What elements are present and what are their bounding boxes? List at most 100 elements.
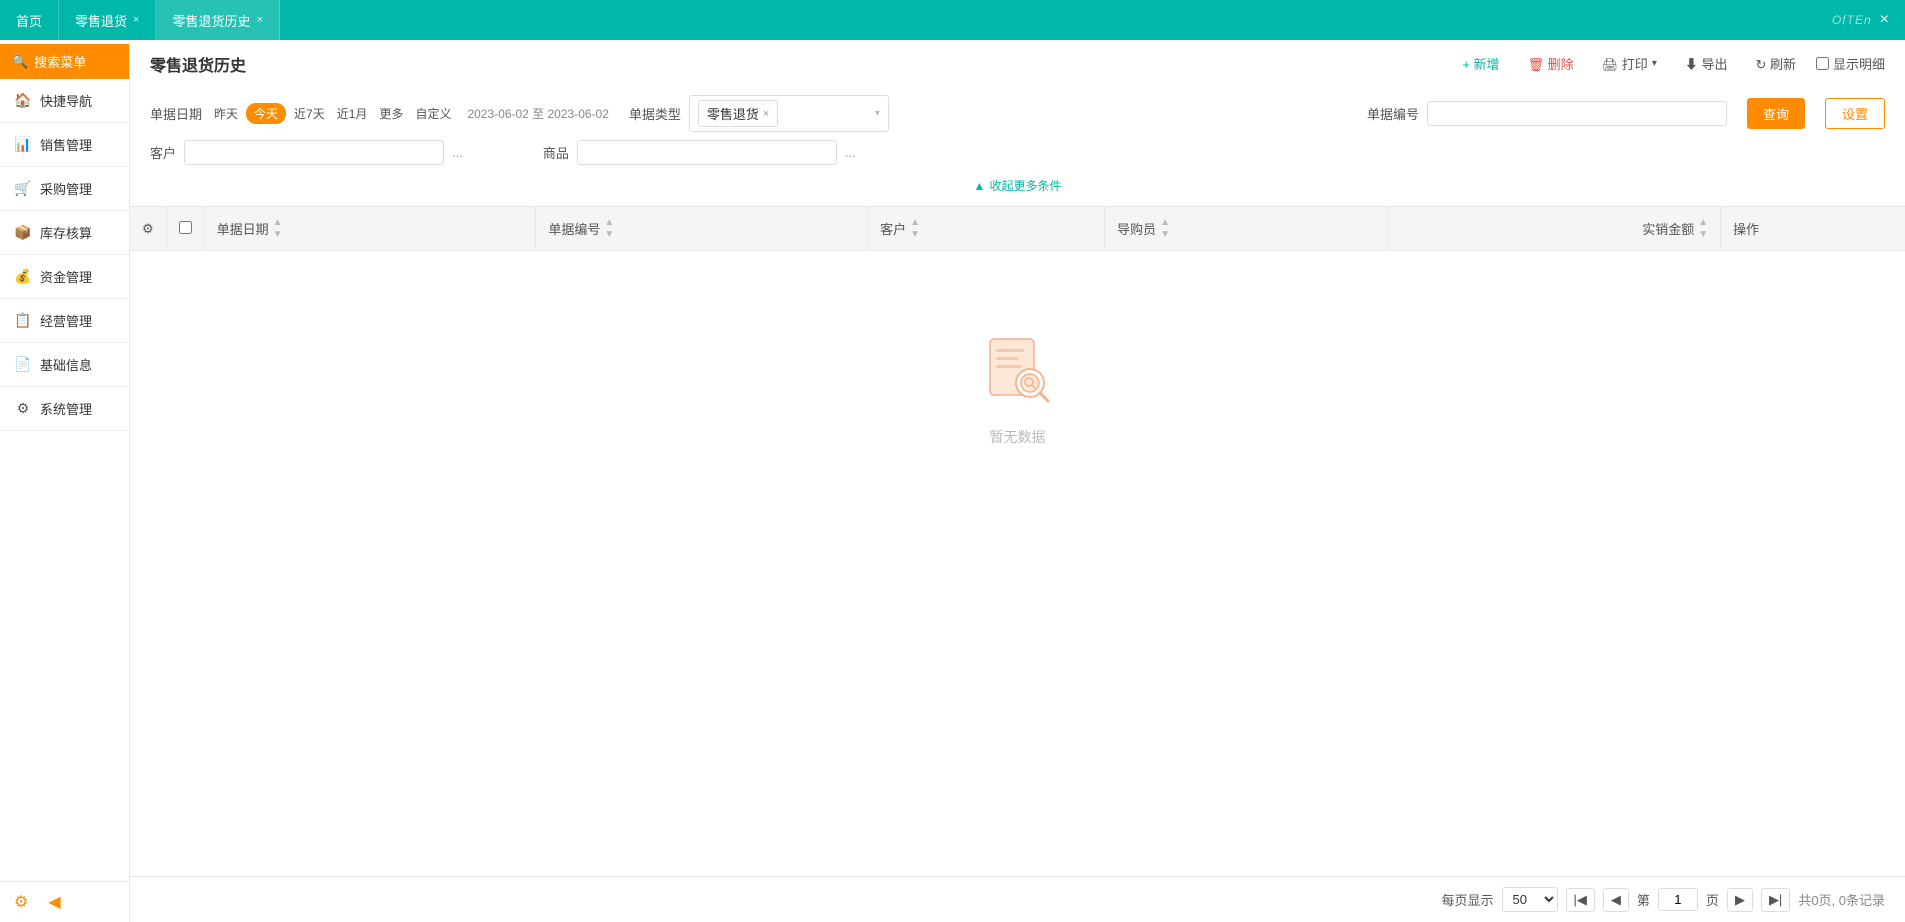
- customer-input[interactable]: [184, 140, 444, 165]
- sidebar-item-inventory-label: 库存核算: [40, 223, 92, 242]
- delete-button[interactable]: 🗑 删除: [1520, 50, 1582, 77]
- date-shortcut-custom[interactable]: 自定义: [411, 103, 455, 124]
- th-guide-sort[interactable]: ▲▼: [1160, 217, 1170, 240]
- refresh-button-label: ↻ 刷新: [1755, 54, 1796, 73]
- page-first-button[interactable]: |◀: [1566, 888, 1595, 912]
- goods-input[interactable]: [577, 140, 837, 165]
- empty-text: 暂无数据: [990, 427, 1046, 447]
- tab-retail-return-close[interactable]: ×: [133, 14, 139, 26]
- customer-dots[interactable]: ...: [452, 145, 463, 160]
- tab-home[interactable]: 首页: [0, 0, 59, 40]
- select-all-checkbox[interactable]: [179, 221, 192, 234]
- th-operation-label: 操作: [1733, 222, 1759, 237]
- basic-info-icon: 📄: [14, 356, 32, 374]
- page-number-input[interactable]: [1658, 888, 1698, 911]
- sidebar: 🔍 搜索菜单 🏠 快捷导航 📊 销售管理 🛒 采购管理 📦 库存核算 💰 资金管…: [0, 40, 130, 922]
- sidebar-bottom: ⚙ ◀: [0, 881, 129, 922]
- sidebar-item-purchase[interactable]: 🛒 采购管理: [0, 167, 129, 211]
- type-filter-select[interactable]: 零售退货 × ▾: [689, 95, 889, 132]
- th-customer-label: 客户: [880, 219, 906, 238]
- goods-filter: 商品 ...: [543, 140, 856, 165]
- th-bill-no-label: 单据编号: [548, 219, 600, 238]
- type-filter-label: 单据类型: [629, 104, 681, 123]
- show-detail-label: 显示明细: [1833, 54, 1885, 73]
- sidebar-item-quick-nav[interactable]: 🏠 快捷导航: [0, 79, 129, 123]
- date-shortcut-today[interactable]: 今天: [246, 103, 286, 124]
- show-detail-checkbox-wrapper[interactable]: 显示明细: [1816, 54, 1885, 73]
- tab-retail-return-history-close[interactable]: ×: [256, 14, 262, 26]
- collapse-label: 收起更多条件: [989, 177, 1061, 194]
- th-bill-no-sort[interactable]: ▲▼: [604, 217, 614, 240]
- print-button[interactable]: 🖨 打印 ▾: [1594, 50, 1665, 77]
- th-customer: 客户 ▲▼: [868, 207, 1105, 251]
- date-shortcut-more[interactable]: 更多: [375, 103, 407, 124]
- tab-retail-return[interactable]: 零售退货 ×: [59, 0, 156, 40]
- window-close-button[interactable]: ×: [1880, 11, 1889, 29]
- sidebar-item-inventory[interactable]: 📦 库存核算: [0, 211, 129, 255]
- date-filter: 单据日期 昨天 今天 近7天 近1月 更多 自定义 2023-06-02 至 2…: [150, 103, 609, 124]
- page-prev-button[interactable]: ◀: [1603, 888, 1629, 912]
- collapse-icon: ▲: [974, 179, 986, 193]
- date-shortcut-yesterday[interactable]: 昨天: [210, 103, 242, 124]
- goods-dots[interactable]: ...: [845, 145, 856, 160]
- date-shortcut-1month[interactable]: 近1月: [333, 103, 372, 124]
- sidebar-item-system[interactable]: ⚙ 系统管理: [0, 387, 129, 431]
- type-select-chevron: ▾: [875, 108, 880, 119]
- th-customer-sort[interactable]: ▲▼: [910, 217, 920, 240]
- tab-home-label: 首页: [16, 11, 42, 30]
- bill-no-filter: 单据编号: [1367, 101, 1727, 126]
- empty-illustration: [978, 331, 1058, 411]
- pagination-bar: 每页显示 10 20 50 100 |◀ ◀ 第 页 ▶ ▶| 共0页, 0条记…: [130, 876, 1905, 922]
- query-button[interactable]: 查询: [1747, 98, 1805, 129]
- settings-button[interactable]: 设置: [1825, 98, 1885, 129]
- filter-row-2: 客户 ... 商品 ...: [150, 140, 1885, 165]
- table-settings-icon[interactable]: ⚙: [142, 221, 154, 236]
- export-button[interactable]: ⬇ 导出: [1677, 50, 1736, 77]
- new-button[interactable]: + 新增: [1454, 50, 1507, 77]
- purchase-icon: 🛒: [14, 180, 32, 198]
- th-guide-label: 导购员: [1117, 219, 1156, 238]
- page-next-button[interactable]: ▶: [1727, 888, 1753, 912]
- settings-bottom-icon[interactable]: ⚙: [14, 892, 28, 912]
- per-page-label: 每页显示: [1442, 890, 1494, 909]
- toolbar: + 新增 🗑 删除 🖨 打印 ▾ ⬇ 导出 ↻ 刷新: [1454, 50, 1885, 77]
- date-filter-label: 单据日期: [150, 104, 202, 123]
- inventory-icon: 📦: [14, 224, 32, 242]
- per-page-select[interactable]: 10 20 50 100: [1502, 887, 1558, 912]
- sidebar-item-basic-info-label: 基础信息: [40, 355, 92, 374]
- page-header: 零售退货历史 + 新增 🗑 删除 🖨 打印 ▾ ⬇ 导出: [130, 40, 1905, 207]
- tab-list: 首页 零售退货 × 零售退货历史 ×: [0, 0, 1832, 40]
- sidebar-item-finance[interactable]: 💰 资金管理: [0, 255, 129, 299]
- bill-no-input[interactable]: [1427, 101, 1727, 126]
- type-tag: 零售退货 ×: [698, 100, 778, 127]
- th-date-label: 单据日期: [217, 219, 269, 238]
- th-amount-sort[interactable]: ▲▼: [1698, 217, 1708, 240]
- th-operation: 操作: [1721, 207, 1905, 251]
- date-range-display: 2023-06-02 至 2023-06-02: [467, 105, 608, 122]
- bill-no-label: 单据编号: [1367, 104, 1419, 123]
- sidebar-item-operations[interactable]: 📋 经营管理: [0, 299, 129, 343]
- page-last-button[interactable]: ▶|: [1761, 888, 1790, 912]
- sidebar-item-basic-info[interactable]: 📄 基础信息: [0, 343, 129, 387]
- filter-row-1: 单据日期 昨天 今天 近7天 近1月 更多 自定义 2023-06-02 至 2…: [150, 95, 1885, 132]
- show-detail-checkbox[interactable]: [1816, 57, 1829, 70]
- sidebar-item-sales[interactable]: 📊 销售管理: [0, 123, 129, 167]
- new-button-label: + 新增: [1462, 54, 1499, 73]
- th-date-sort[interactable]: ▲▼: [273, 217, 283, 240]
- tab-retail-return-history-label: 零售退货历史: [172, 11, 250, 30]
- delete-button-label: 🗑 删除: [1528, 54, 1574, 73]
- sidebar-search[interactable]: 🔍 搜索菜单: [0, 44, 129, 79]
- tab-retail-return-history[interactable]: 零售退货历史 ×: [156, 0, 279, 40]
- page-title-bar: 零售退货历史 + 新增 🗑 删除 🖨 打印 ▾ ⬇ 导出: [150, 50, 1885, 77]
- customer-label: 客户: [150, 143, 176, 162]
- sidebar-item-finance-label: 资金管理: [40, 267, 92, 286]
- th-bill-no: 单据编号 ▲▼: [536, 207, 868, 251]
- filter-area: 单据日期 昨天 今天 近7天 近1月 更多 自定义 2023-06-02 至 2…: [150, 87, 1885, 206]
- sidebar-item-operations-label: 经营管理: [40, 311, 92, 330]
- collapse-bar[interactable]: ▲ 收起更多条件: [150, 173, 1885, 200]
- date-shortcut-7days[interactable]: 近7天: [290, 103, 329, 124]
- type-tag-remove[interactable]: ×: [763, 108, 769, 120]
- collapse-sidebar-icon[interactable]: ◀: [48, 892, 60, 912]
- refresh-button[interactable]: ↻ 刷新: [1747, 50, 1804, 77]
- print-button-label: 🖨 打印: [1602, 54, 1648, 73]
